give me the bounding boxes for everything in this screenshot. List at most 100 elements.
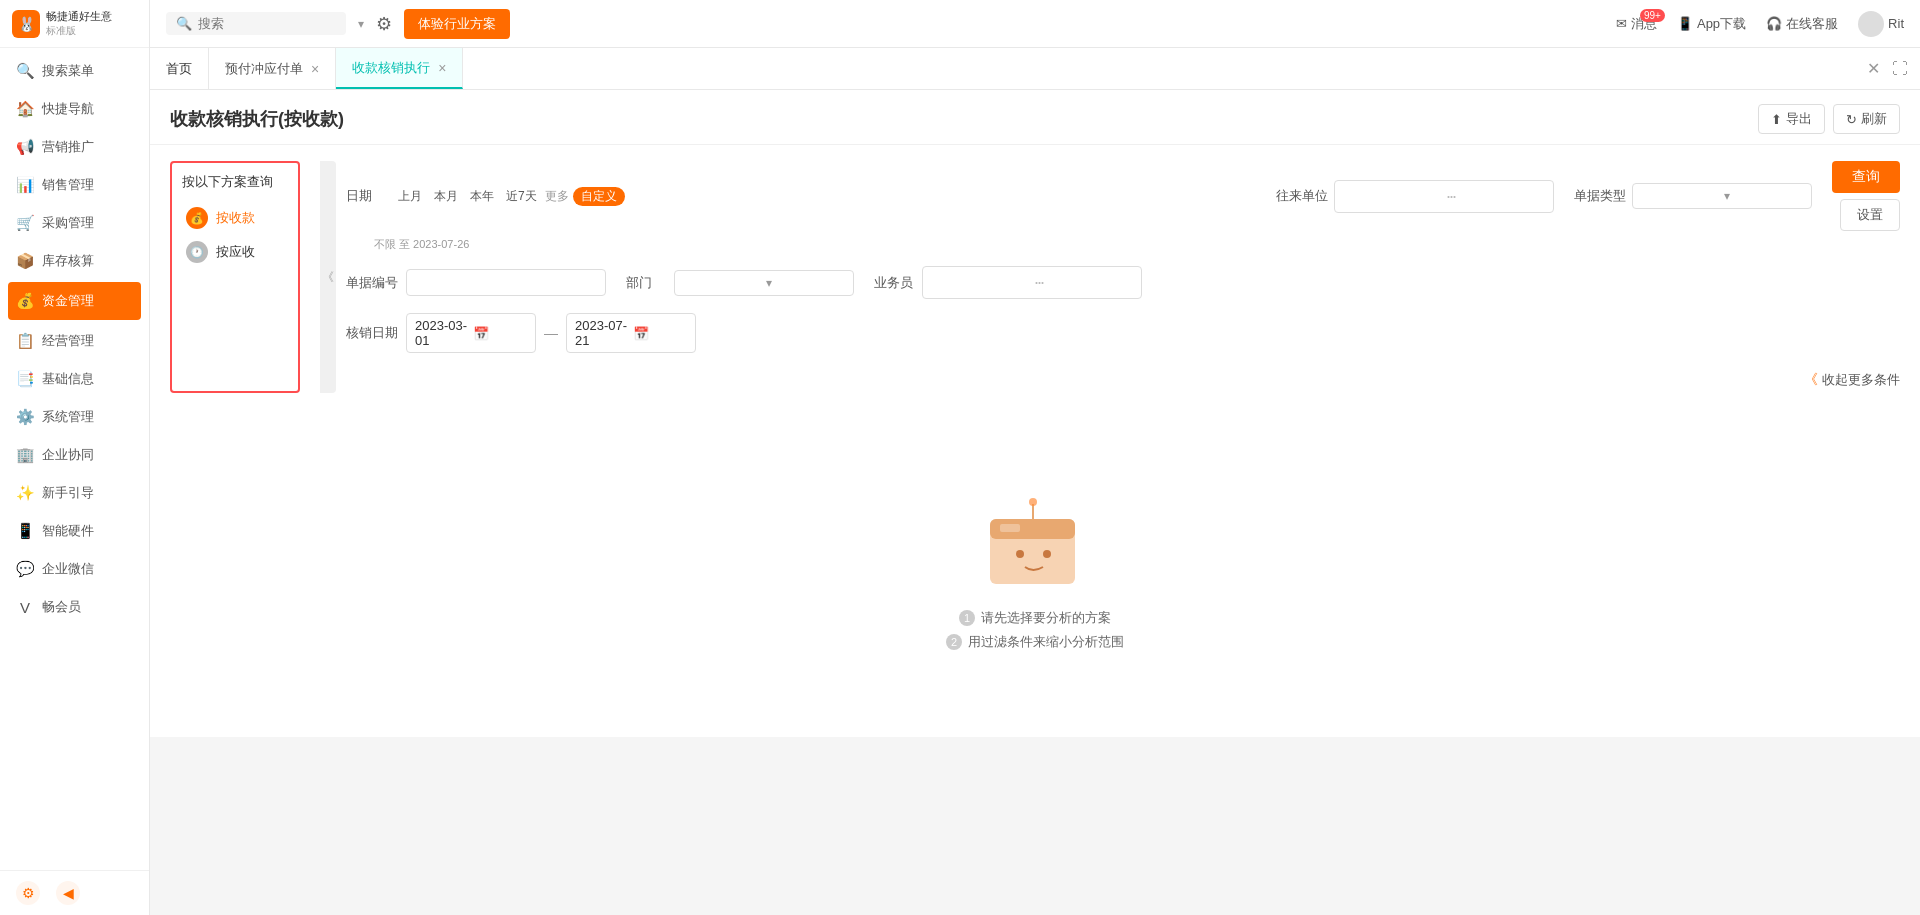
- tab-home[interactable]: 首页: [150, 48, 209, 89]
- counterparty-group: 往来单位 ···: [1276, 180, 1554, 213]
- shortcut-more[interactable]: 更多: [545, 188, 569, 205]
- close-window-icon[interactable]: ✕: [1867, 59, 1880, 78]
- export-button[interactable]: ⬆ 导出: [1758, 104, 1825, 134]
- sidebar-item-quicknav[interactable]: 🏠 快捷导航: [0, 90, 149, 128]
- sidebar-logo: 🐰 畅捷通好生意 标准版: [0, 0, 149, 48]
- sidebar-item-search[interactable]: 🔍 搜索菜单: [0, 52, 149, 90]
- sidebar-item-funds[interactable]: 💰 资金管理: [8, 282, 141, 320]
- close-icon[interactable]: ×: [311, 62, 319, 76]
- service-btn[interactable]: 🎧 在线客服: [1766, 15, 1838, 33]
- sidebar-item-wechat[interactable]: 💬 企业微信: [0, 550, 149, 588]
- sidebar-item-basicinfo[interactable]: 📑 基础信息: [0, 360, 149, 398]
- query-button[interactable]: 查询: [1832, 161, 1900, 193]
- counterparty-label: 往来单位: [1276, 187, 1328, 205]
- tab-bar-right: ✕ ⛶: [1867, 48, 1920, 89]
- top-header: 🔍 ▾ ⚙ 体验行业方案 ✉ 消息 99+ 📱 App下载 🎧 在线客服 Rit: [150, 0, 1920, 48]
- collapse-more-btn[interactable]: 《 收起更多条件: [1804, 367, 1900, 393]
- message-btn[interactable]: ✉ 消息 99+: [1616, 15, 1657, 33]
- chevron-down-icon: ▾: [766, 276, 843, 290]
- gear-icon[interactable]: ⚙: [376, 13, 392, 35]
- tab-bar: 首页 预付冲应付单 × 收款核销执行 × ✕ ⛶: [150, 48, 1920, 90]
- sidebar-item-operations[interactable]: 📋 经营管理: [0, 322, 149, 360]
- step-2-badge: 2: [946, 634, 962, 650]
- dept-select[interactable]: ▾: [674, 270, 854, 296]
- sidebar-item-enterprise[interactable]: 🏢 企业协同: [0, 436, 149, 474]
- settings-icon[interactable]: ⚙: [16, 881, 40, 905]
- docno-label: 单据编号: [346, 274, 398, 292]
- sidebar-nav: 🔍 搜索菜单 🏠 快捷导航 📢 营销推广 📊 销售管理 🛒 采购管理 📦 库存核…: [0, 48, 149, 870]
- shortcut-this-year[interactable]: 本年: [466, 187, 498, 206]
- dropdown-icon[interactable]: ▾: [358, 17, 364, 31]
- empty-svg: [975, 489, 1095, 589]
- dept-label: 部门: [626, 274, 666, 292]
- counterparty-select[interactable]: ···: [1334, 180, 1554, 213]
- filter-row-1: 日期 上月 本月 本年 近7天 更多 自定义 往来单位: [346, 161, 1900, 231]
- sidebar-item-purchase[interactable]: 🛒 采购管理: [0, 204, 149, 242]
- close-icon[interactable]: ×: [438, 61, 446, 75]
- logo-text: 畅捷通好生意 标准版: [46, 9, 112, 37]
- user-menu[interactable]: Rit: [1858, 11, 1904, 37]
- staff-group: 业务员 ···: [874, 266, 1142, 299]
- message-icon: ✉: [1616, 16, 1627, 31]
- sidebar-bottom: ⚙ ◀: [0, 870, 149, 915]
- more-dots-icon[interactable]: ···: [1446, 186, 1543, 207]
- tab-receivable[interactable]: 收款核销执行 ×: [336, 48, 463, 89]
- guide-icon: ✨: [16, 484, 34, 502]
- filter-section: 按以下方案查询 💰 按收款 🕐 按应收 《 日期: [150, 145, 1920, 409]
- filter-option-receivable[interactable]: 🕐 按应收: [182, 235, 288, 269]
- collapse-icon[interactable]: ◀: [56, 881, 80, 905]
- date-shortcuts: 上月 本月 本年 近7天 更多 自定义: [394, 187, 625, 206]
- refresh-button[interactable]: ↻ 刷新: [1833, 104, 1900, 134]
- verify-date-end[interactable]: 2023-07-21 📅: [566, 313, 696, 353]
- date-not-limit-row: 不限 至 2023-07-26: [346, 237, 1900, 252]
- search-icon: 🔍: [16, 62, 34, 80]
- sidebar-item-marketing[interactable]: 📢 营销推广: [0, 128, 149, 166]
- page-content: 收款核销执行(按收款) ⬆ 导出 ↻ 刷新 按以下方案查询 💰 按收款: [150, 90, 1920, 915]
- industry-btn[interactable]: 体验行业方案: [404, 9, 510, 39]
- settings-button[interactable]: 设置: [1840, 199, 1900, 231]
- search-input[interactable]: [198, 16, 318, 31]
- collapse-sidebar-btn[interactable]: 《: [320, 161, 336, 393]
- hardware-icon: 📱: [16, 522, 34, 540]
- tab-prepay[interactable]: 预付冲应付单 ×: [209, 48, 336, 89]
- main-container: 🔍 ▾ ⚙ 体验行业方案 ✉ 消息 99+ 📱 App下载 🎧 在线客服 Rit: [150, 0, 1920, 915]
- empty-line1: 1 请先选择要分析的方案: [959, 609, 1111, 627]
- docno-input[interactable]: [406, 269, 606, 296]
- doctype-select[interactable]: ▾: [1632, 183, 1812, 209]
- filter-option-receipt[interactable]: 💰 按收款: [182, 201, 288, 235]
- calendar-icon: 📅: [473, 326, 527, 341]
- shortcut-last-month[interactable]: 上月: [394, 187, 426, 206]
- headset-icon: 🎧: [1766, 16, 1782, 31]
- verify-date-start[interactable]: 2023-03-01 📅: [406, 313, 536, 353]
- filter-row-3: 核销日期 2023-03-01 📅 — 2023-07-21 📅: [346, 313, 1900, 353]
- shortcut-custom[interactable]: 自定义: [573, 187, 625, 206]
- sidebar-item-system[interactable]: ⚙️ 系统管理: [0, 398, 149, 436]
- sidebar-item-guide[interactable]: ✨ 新手引导: [0, 474, 149, 512]
- basicinfo-icon: 📑: [16, 370, 34, 388]
- search-icon: 🔍: [176, 16, 192, 31]
- sales-icon: 📊: [16, 176, 34, 194]
- svg-point-5: [1029, 498, 1037, 506]
- avatar: [1858, 11, 1884, 37]
- action-btns: 查询 设置: [1832, 161, 1900, 231]
- page-header: 收款核销执行(按收款) ⬆ 导出 ↻ 刷新: [150, 90, 1920, 145]
- more-dots-icon[interactable]: ···: [1034, 272, 1131, 293]
- filter-panel-title: 按以下方案查询: [182, 173, 288, 191]
- shortcut-7days[interactable]: 近7天: [502, 187, 541, 206]
- doctype-group: 单据类型 ▾: [1574, 183, 1812, 209]
- verify-date-group: 核销日期 2023-03-01 📅 — 2023-07-21 📅: [346, 313, 696, 353]
- sidebar-item-hardware[interactable]: 📱 智能硬件: [0, 512, 149, 550]
- inventory-icon: 📦: [16, 252, 34, 270]
- filter-form: 日期 上月 本月 本年 近7天 更多 自定义 往来单位: [346, 161, 1900, 393]
- sidebar-item-vip[interactable]: V 畅会员: [0, 588, 149, 626]
- receivable-icon: 🕐: [186, 241, 208, 263]
- export-icon: ⬆: [1771, 112, 1782, 127]
- header-right: ✉ 消息 99+ 📱 App下载 🎧 在线客服 Rit: [1616, 11, 1904, 37]
- shortcut-this-month[interactable]: 本月: [430, 187, 462, 206]
- expand-icon[interactable]: ⛶: [1892, 60, 1908, 78]
- header-search-box[interactable]: 🔍: [166, 12, 346, 35]
- app-download-btn[interactable]: 📱 App下载: [1677, 15, 1746, 33]
- sidebar-item-inventory[interactable]: 📦 库存核算: [0, 242, 149, 280]
- sidebar-item-sales[interactable]: 📊 销售管理: [0, 166, 149, 204]
- staff-select[interactable]: ···: [922, 266, 1142, 299]
